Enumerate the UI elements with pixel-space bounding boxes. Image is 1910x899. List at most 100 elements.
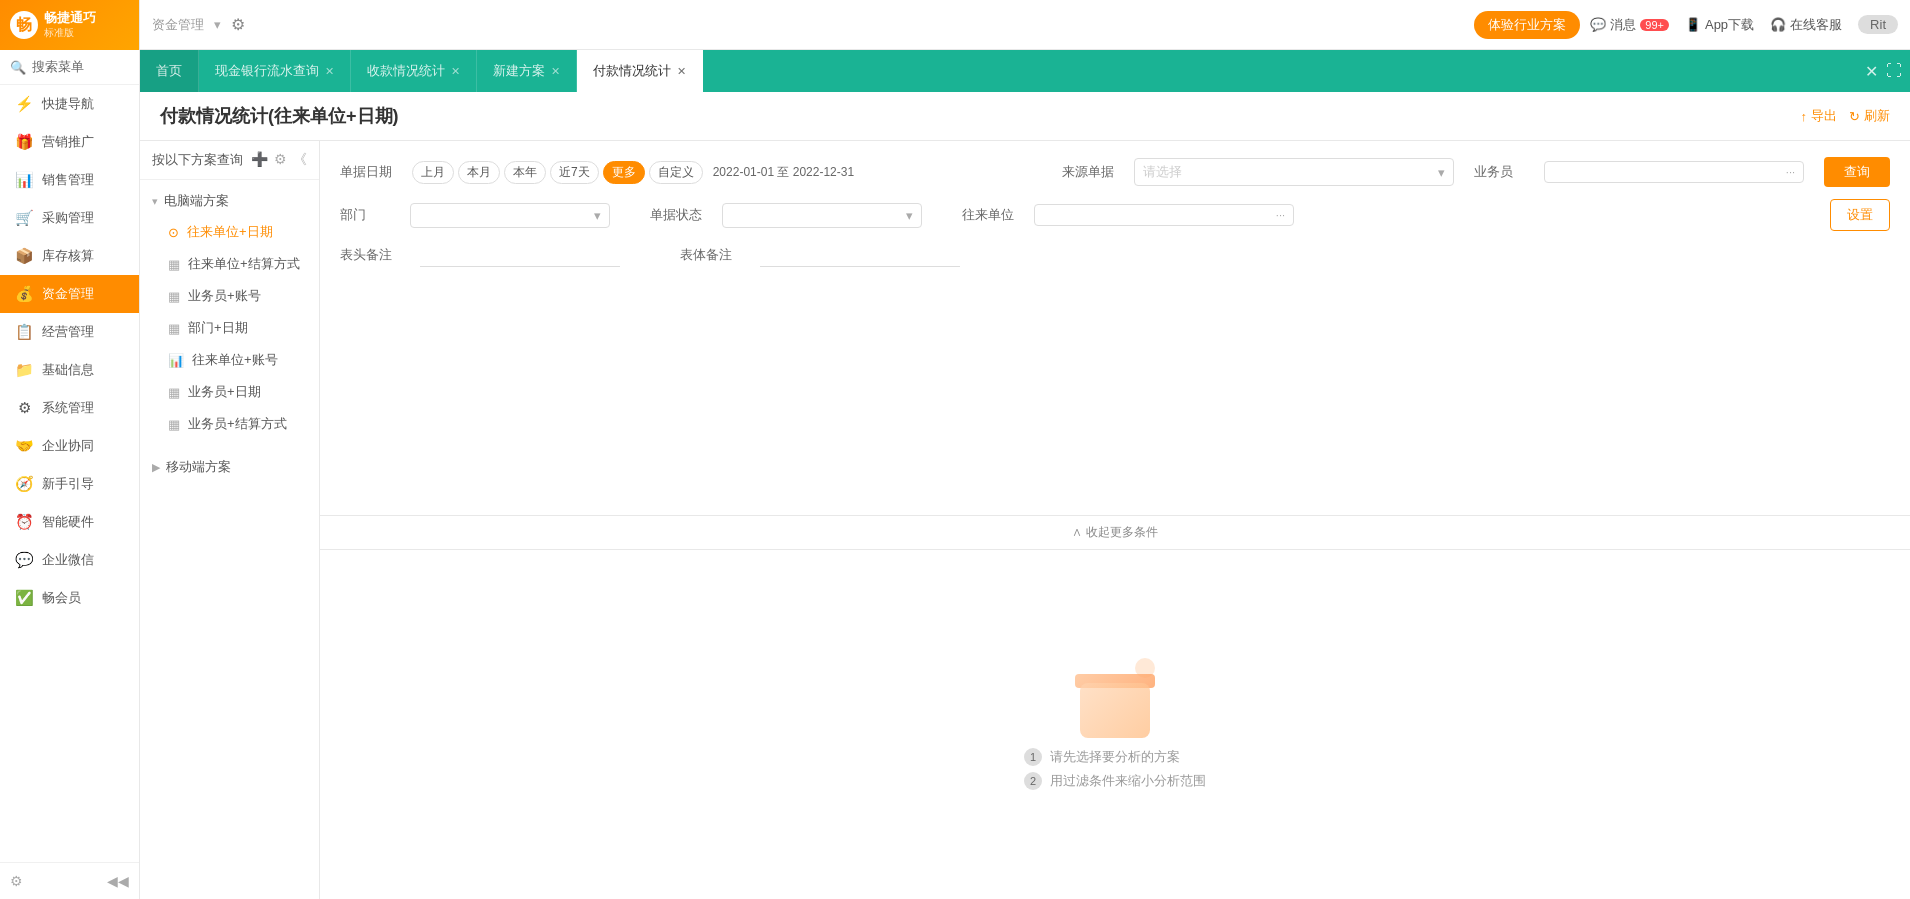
tab-payment-stat[interactable]: 付款情况统计✕ <box>577 50 703 92</box>
scheme-nav: ▾ 电脑端方案 ⊙ 往来单位+日期 ▦ 往来单位+结算方式 ▦ <box>140 180 319 488</box>
nav-label-marketing: 营销推广 <box>42 133 94 151</box>
topbar-settings-icon[interactable]: ⚙ <box>231 15 245 34</box>
sidebar-footer: ⚙ ◀◀ <box>0 862 139 899</box>
source-doc-arrow-icon: ▾ <box>1438 165 1445 180</box>
scheme-item-dept-date[interactable]: ▦ 部门+日期 <box>140 312 319 344</box>
scheme-chart-icon: 📊 <box>168 353 184 368</box>
refresh-icon: ↻ <box>1849 109 1860 124</box>
sidebar-item-purchase[interactable]: 🛒采购管理 <box>0 199 139 237</box>
sidebar-item-quick-nav[interactable]: ⚡快捷导航 <box>0 85 139 123</box>
this-year-btn[interactable]: 本年 <box>504 161 546 184</box>
scheme-item-unit-date[interactable]: ⊙ 往来单位+日期 <box>140 216 319 248</box>
staff-select[interactable]: ··· <box>1544 161 1804 183</box>
footer-settings-icon[interactable]: ⚙ <box>10 873 23 889</box>
header-note-input[interactable] <box>420 243 620 267</box>
close-all-tabs-btn[interactable]: ✕ <box>1865 62 1878 81</box>
empty-illustration <box>1065 658 1165 738</box>
sidebar-search[interactable]: 🔍 搜索菜单 <box>0 50 139 85</box>
empty-hint-2: 2 用过滤条件来缩小分析范围 <box>1024 772 1206 790</box>
breadcrumb: 资金管理 <box>152 16 204 34</box>
desktop-section-header[interactable]: ▾ 电脑端方案 <box>140 186 319 216</box>
empty-hint-1: 1 请先选择要分析的方案 <box>1024 748 1206 766</box>
trial-btn[interactable]: 体验行业方案 <box>1474 11 1580 39</box>
sidebar-item-enterprise[interactable]: 🤝企业协同 <box>0 427 139 465</box>
scheme-item-staff-account[interactable]: ▦ 业务员+账号 <box>140 280 319 312</box>
online-service-action[interactable]: 🎧 在线客服 <box>1770 16 1842 34</box>
scheme-item-staff-date[interactable]: ▦ 业务员+日期 <box>140 376 319 408</box>
tab-close-cash-flow[interactable]: ✕ <box>325 65 334 78</box>
scheme-table2-icon: ▦ <box>168 289 180 304</box>
nav-icon-wechat: 💬 <box>14 551 34 569</box>
doc-status-label: 单据状态 <box>650 206 702 224</box>
body-note-input[interactable] <box>760 243 960 267</box>
filter-area: 单据日期 上月 本月 本年 近7天 更多 自定义 2022-01-01 至 20… <box>320 141 1910 516</box>
tab-close-payment-stat[interactable]: ✕ <box>677 65 686 78</box>
add-scheme-icon[interactable]: ➕ <box>251 151 268 169</box>
app-download-action[interactable]: 📱 App下载 <box>1685 16 1754 34</box>
export-btn[interactable]: ↑ 导出 <box>1801 107 1838 125</box>
custom-btn[interactable]: 自定义 <box>649 161 703 184</box>
sidebar-item-wechat[interactable]: 💬企业微信 <box>0 541 139 579</box>
sidebar-item-sales[interactable]: 📊销售管理 <box>0 161 139 199</box>
sidebar-item-guide[interactable]: 🧭 新手引导 <box>0 465 139 503</box>
partner-select[interactable]: ··· <box>1034 204 1294 226</box>
settings-btn[interactable]: 设置 <box>1830 199 1890 231</box>
nav-icon-sales: 📊 <box>14 171 34 189</box>
sidebar-item-capital[interactable]: 💰资金管理 <box>0 275 139 313</box>
scheme-settings-icon[interactable]: ⚙ <box>274 151 287 169</box>
tab-label-cash-flow: 现金银行流水查询 <box>215 62 319 80</box>
doc-status-select[interactable]: ▾ <box>722 203 922 228</box>
message-action[interactable]: 💬 消息 99+ <box>1590 16 1669 34</box>
empty-state: 1 请先选择要分析的方案 2 用过滤条件来缩小分析范围 <box>320 550 1910 900</box>
nav-icon-inventory: 📦 <box>14 247 34 265</box>
nav-icon-guide: 🧭 <box>14 475 34 493</box>
sidebar-item-system[interactable]: ⚙系统管理 <box>0 389 139 427</box>
sidebar-item-hardware[interactable]: ⏰智能硬件 <box>0 503 139 541</box>
sidebar-item-inventory[interactable]: 📦库存核算 <box>0 237 139 275</box>
tab-receivable[interactable]: 收款情况统计✕ <box>351 50 477 92</box>
collapse-bar[interactable]: ∧ 收起更多条件 <box>320 516 1910 550</box>
user-avatar[interactable]: Rit <box>1858 15 1898 34</box>
scheme-item-unit-settlement[interactable]: ▦ 往来单位+结算方式 <box>140 248 319 280</box>
tab-home[interactable]: 首页 <box>140 50 199 92</box>
mobile-arrow-icon: ▶ <box>152 461 160 474</box>
breadcrumb-arrow-icon: ▾ <box>214 17 221 32</box>
more-dates-btn[interactable]: 更多 <box>603 161 645 184</box>
tab-new-scheme[interactable]: 新建方案 ✕ <box>477 50 577 92</box>
nav-icon-enterprise: 🤝 <box>14 437 34 455</box>
filter-row-2: 部门 ▾ 单据状态 ▾ 往来单位 ··· <box>340 199 1890 231</box>
tab-label-home: 首页 <box>156 62 182 80</box>
sidebar-nav: ⚡快捷导航🎁营销推广📊销售管理🛒采购管理📦库存核算💰资金管理📋经营管理📁基础信息… <box>0 85 139 862</box>
body-note-label: 表体备注 <box>680 246 732 264</box>
partner-label: 往来单位 <box>962 206 1014 224</box>
scheme-item-unit-account[interactable]: 📊 往来单位+账号 <box>140 344 319 376</box>
refresh-btn[interactable]: ↻ 刷新 <box>1849 107 1890 125</box>
source-doc-select[interactable]: 请选择 ▾ <box>1134 158 1454 186</box>
page-title: 付款情况统计(往来单位+日期) <box>160 104 399 128</box>
sidebar-item-marketing[interactable]: 🎁营销推广 <box>0 123 139 161</box>
nav-label-guide: 新手引导 <box>42 475 94 493</box>
expand-tabs-btn[interactable]: ⛶ <box>1886 62 1902 80</box>
mobile-section-header[interactable]: ▶ 移动端方案 <box>140 452 319 482</box>
source-doc-label: 来源单据 <box>1062 163 1114 181</box>
sidebar-item-operation[interactable]: 📋经营管理 <box>0 313 139 351</box>
last-7-btn[interactable]: 近7天 <box>550 161 599 184</box>
scheme-collapse-icon[interactable]: 《 <box>293 151 307 169</box>
dept-select[interactable]: ▾ <box>410 203 610 228</box>
service-icon: 🎧 <box>1770 17 1786 32</box>
scheme-item-staff-settlement[interactable]: ▦ 业务员+结算方式 <box>140 408 319 440</box>
last-month-btn[interactable]: 上月 <box>412 161 454 184</box>
sidebar-item-basic-info[interactable]: 📁基础信息 <box>0 351 139 389</box>
query-btn[interactable]: 查询 <box>1824 157 1890 187</box>
tab-close-new-scheme[interactable]: ✕ <box>551 65 560 78</box>
this-month-btn[interactable]: 本月 <box>458 161 500 184</box>
tab-cash-flow[interactable]: 现金银行流水查询 ✕ <box>199 50 351 92</box>
right-panel: 单据日期 上月 本月 本年 近7天 更多 自定义 2022-01-01 至 20… <box>320 141 1910 899</box>
nav-label-purchase: 采购管理 <box>42 209 94 227</box>
tab-close-receivable[interactable]: ✕ <box>451 65 460 78</box>
search-icon: 🔍 <box>10 60 26 75</box>
tab-label-new-scheme: 新建方案 <box>493 62 545 80</box>
footer-collapse-icon[interactable]: ◀◀ <box>107 873 129 889</box>
mobile-section-label: 移动端方案 <box>166 458 231 476</box>
sidebar-item-member[interactable]: ✅畅会员 <box>0 579 139 617</box>
